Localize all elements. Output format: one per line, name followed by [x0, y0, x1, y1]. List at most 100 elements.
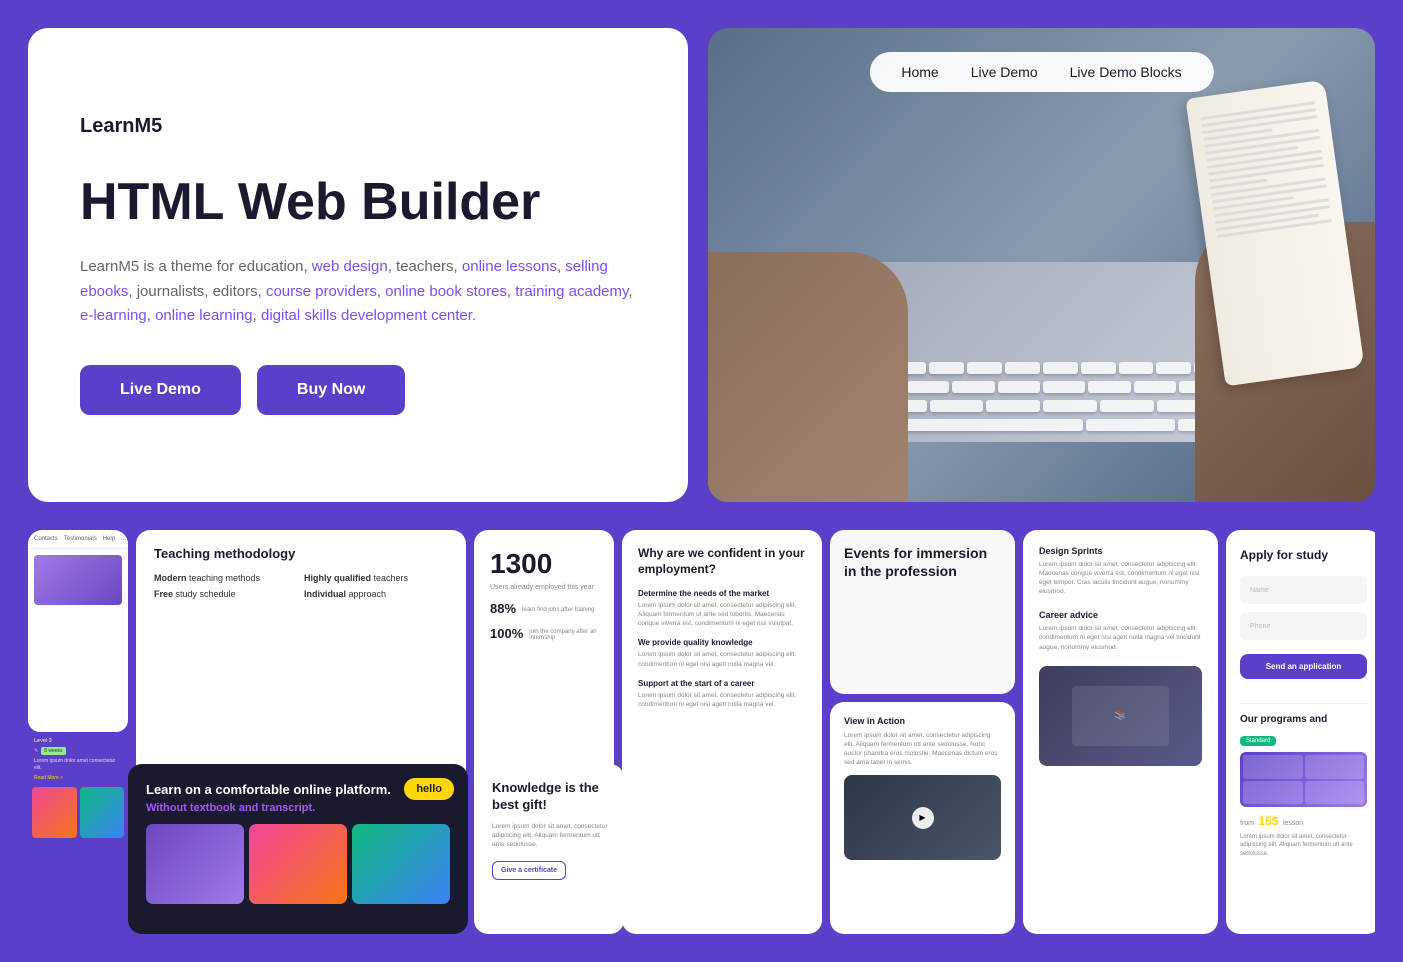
why-confident-item-1: Determine the needs of the market Lorem …: [638, 589, 806, 628]
more-tab[interactable]: ...: [121, 536, 126, 542]
hero-background-image: Home Live Demo Live Demo Blocks: [708, 28, 1375, 502]
hero-title: HTML Web Builder: [80, 174, 636, 231]
apply-name-field[interactable]: Name: [1240, 576, 1367, 604]
apply-phone-placeholder: Phone: [1250, 623, 1270, 630]
design-sprints-card: Design Sprints Lorem ipsum dolor sit ame…: [1023, 530, 1218, 934]
grid-item-2: Highly qualified teachers: [304, 573, 448, 583]
programs-title: Our programs and: [1240, 714, 1367, 725]
apply-title: Apply for study: [1240, 548, 1367, 562]
stat-1-desc: learn find jobs after training: [522, 607, 598, 613]
grid-item-1: Modern teaching methods: [154, 573, 298, 583]
why-confident-title: Why are we confident in your employment?: [638, 546, 806, 577]
nav-live-demo[interactable]: Live Demo: [971, 64, 1038, 80]
read-more-link[interactable]: Read More »: [34, 775, 122, 781]
price-amount: 15$: [1258, 814, 1278, 828]
knowledge-title: Knowledge is the best gift!: [492, 780, 608, 814]
teaching-grid: Modern teaching methods Highly qualified…: [154, 573, 448, 599]
hero-left-panel: LearnM5 HTML Web Builder LearnM5 is a th…: [28, 28, 688, 502]
programs-preview: [1240, 752, 1367, 807]
apply-for-study-card: Apply for study Name Phone Send an appli…: [1226, 530, 1375, 934]
stat-1: 88% learn find jobs after training: [490, 601, 598, 616]
platform-img-2: [249, 824, 347, 904]
events-card: Events for immersion in the profession: [830, 530, 1015, 694]
why-item-3-desc: Lorem ipsum dolor sit amet, consectetur …: [638, 691, 806, 709]
contacts-tab[interactable]: Contacts: [34, 536, 58, 542]
arm-left-visual: [708, 252, 908, 502]
why-confident-item-3: Support at the start of a career Lorem i…: [638, 679, 806, 709]
design-sprints-desc: Lorem ipsum dolor sit amet, consectetur …: [1039, 560, 1202, 596]
teaching-methodology-title: Teaching methodology: [154, 546, 448, 561]
hero-description: LearnM5 is a theme for education, web de…: [80, 255, 636, 329]
programs-desc: Lorem ipsum dolor sit amet, consectetur …: [1240, 833, 1367, 858]
platform-img-1: [146, 824, 244, 904]
bottom-strip: Contacts Testimonials Help ... Level 3 ✎…: [0, 530, 1403, 962]
top-section: LearnM5 HTML Web Builder LearnM5 is a th…: [0, 0, 1403, 530]
programs-cell-2: [1305, 755, 1365, 779]
view-in-action-card: View in Action Lorem ipsum dolor sit ame…: [830, 702, 1015, 934]
knowledge-card: Knowledge is the best gift! Lorem ipsum …: [476, 764, 624, 934]
apply-submit-button[interactable]: Send an application: [1240, 654, 1367, 679]
price-unit: lesson: [1283, 820, 1303, 827]
programs-cell-1: [1243, 755, 1303, 779]
help-tab[interactable]: Help: [103, 536, 115, 542]
career-advice-section: Career advice Lorem ipsum dolor sit amet…: [1039, 610, 1202, 651]
testimonials-tab[interactable]: Testimonials: [64, 536, 97, 542]
live-demo-button[interactable]: Live Demo: [80, 365, 241, 415]
programs-cell-4: [1305, 781, 1365, 805]
programs-badge: Standard: [1240, 736, 1276, 746]
study-visual: 📚: [1072, 686, 1170, 746]
why-item-1-desc: Lorem ipsum dolor sit amet, consectetur …: [638, 601, 806, 628]
edit-icon: ✎: [34, 748, 38, 754]
give-certificate-button[interactable]: Give a certificate: [492, 861, 566, 880]
stat-2-desc: join the company after an internship: [529, 629, 598, 641]
hello-badge: hello: [404, 778, 454, 800]
weeks-badge: 8 weeks: [41, 747, 65, 755]
stat-2: 100% join the company after an internshi…: [490, 626, 598, 641]
play-button-icon[interactable]: ▶: [912, 807, 934, 829]
app-preview-top: Contacts Testimonials Help ...: [28, 530, 128, 732]
app-preview-card: Contacts Testimonials Help ... Level 3 ✎…: [28, 530, 128, 934]
stats-number: 1300: [490, 548, 598, 580]
hero-right-panel: Home Live Demo Live Demo Blocks: [708, 28, 1375, 502]
programs-section: Our programs and Standard from 15$ lesso…: [1240, 703, 1367, 858]
preview-cards-row: Contacts Testimonials Help ... Level 3 ✎…: [28, 530, 1375, 934]
study-image: 📚: [1039, 666, 1202, 766]
knowledge-desc: Lorem ipsum dolor sit amet, consectetur …: [492, 822, 608, 849]
nav-home[interactable]: Home: [901, 64, 938, 80]
career-advice-title: Career advice: [1039, 610, 1202, 620]
view-in-action-desc: Lorem ipsum dolor sit amet, consectetur …: [844, 731, 1001, 767]
top-navigation: Home Live Demo Live Demo Blocks: [869, 52, 1213, 92]
why-item-2-title: We provide quality knowledge: [638, 638, 806, 647]
why-confident-card: Why are we confident in your employment?…: [622, 530, 822, 934]
learn-platform-card: Learn on a comfortable online platform. …: [128, 764, 468, 934]
platform-images: [146, 824, 450, 904]
events-column: Events for immersion in the profession V…: [830, 530, 1015, 934]
grid-item-4: Individual approach: [304, 589, 448, 599]
apply-phone-field[interactable]: Phone: [1240, 612, 1367, 640]
stat-2-pct: 100%: [490, 626, 523, 641]
level-label: Level 3: [34, 738, 122, 744]
events-title: Events for immersion in the profession: [844, 544, 1001, 580]
price-from-label: from: [1240, 820, 1254, 827]
apply-name-placeholder: Name: [1250, 587, 1269, 594]
hero-buttons: Live Demo Buy Now: [80, 365, 636, 415]
career-advice-desc: Lorem ipsum dolor sit amet, consectetur …: [1039, 624, 1202, 651]
nav-live-demo-blocks[interactable]: Live Demo Blocks: [1070, 64, 1182, 80]
why-confident-item-2: We provide quality knowledge Lorem ipsum…: [638, 638, 806, 668]
stat-1-pct: 88%: [490, 601, 516, 616]
price-block: from 15$ lesson: [1240, 812, 1367, 830]
buy-now-button[interactable]: Buy Now: [257, 365, 405, 415]
level-desc: Lorem ipsum dolor amet consectetur elit.: [34, 758, 122, 771]
stats-label: Users already employed this year: [490, 584, 598, 591]
programs-cell-3: [1243, 781, 1303, 805]
design-sprints-section: Design Sprints Lorem ipsum dolor sit ame…: [1039, 546, 1202, 596]
teaching-methodology-content: Teaching methodology Modern teaching met…: [136, 530, 466, 774]
design-sprints-title: Design Sprints: [1039, 546, 1202, 556]
why-item-1-title: Determine the needs of the market: [638, 589, 806, 598]
grid-item-3: Free study schedule: [154, 589, 298, 599]
why-item-3-title: Support at the start of a career: [638, 679, 806, 688]
view-in-action-image: ▶: [844, 775, 1001, 860]
brand-logo: LearnM5: [80, 115, 636, 138]
learn-platform-subtitle: Without textbook and transcript.: [146, 802, 450, 814]
platform-img-3: [352, 824, 450, 904]
